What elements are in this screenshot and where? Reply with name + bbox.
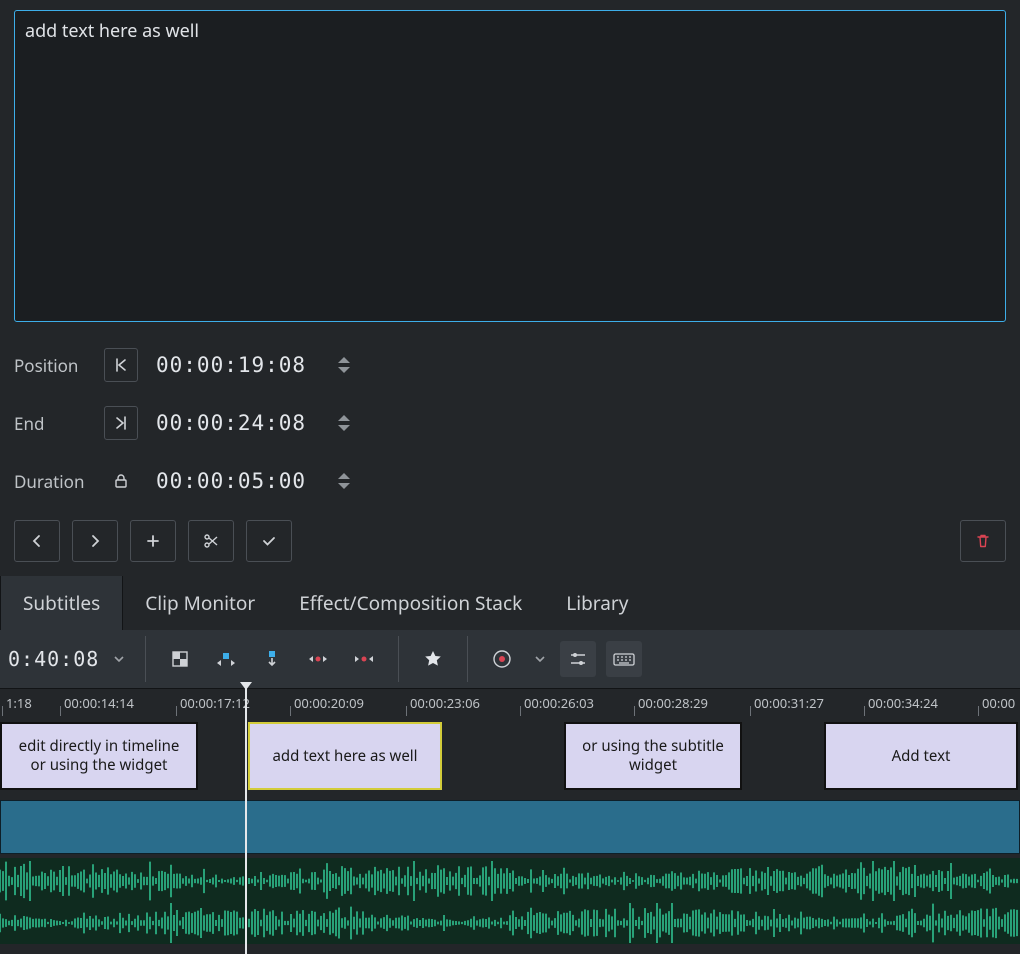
- settings-sliders-icon[interactable]: [560, 641, 596, 677]
- add-subtitle-button[interactable]: [130, 520, 176, 562]
- position-spinner[interactable]: [338, 357, 350, 373]
- subtitle-clip[interactable]: Add text: [824, 722, 1018, 790]
- timeline-ruler[interactable]: 1:18 00:00:14:14 00:00:17:12 00:00:20:09 00:…: [0, 688, 1020, 716]
- record-dropdown-icon[interactable]: [530, 653, 550, 665]
- toggle-track-icon[interactable]: [162, 641, 198, 677]
- duration-timecode[interactable]: 00:00:05:00: [156, 469, 326, 493]
- remove-tool-icon[interactable]: [346, 641, 382, 677]
- duration-label: Duration: [14, 470, 86, 493]
- split-subtitle-button[interactable]: [188, 520, 234, 562]
- timeline-toolbar: 0:40:08: [0, 630, 1020, 688]
- time-fields: Position 00:00:19:08 End 00:00:24:08 Dur…: [0, 330, 1020, 510]
- panel-tab-bar: Subtitles Clip Monitor Effect/Compositio…: [0, 576, 1020, 630]
- tab-effect-stack[interactable]: Effect/Composition Stack: [277, 576, 544, 630]
- end-spinner[interactable]: [338, 415, 350, 431]
- apply-button[interactable]: [246, 520, 292, 562]
- video-clip[interactable]: [0, 800, 1020, 854]
- end-row: End 00:00:24:08: [14, 394, 1006, 452]
- ruler-label: 00:00:28:29: [638, 694, 708, 712]
- ruler-label: 00:00:20:09: [294, 694, 364, 712]
- ruler-label: 00:00:34:24: [868, 694, 938, 712]
- spacer-tool-icon[interactable]: [208, 641, 244, 677]
- record-icon[interactable]: [484, 641, 520, 677]
- subtitle-track[interactable]: edit directly in timeline or using the w…: [0, 716, 1020, 796]
- lock-icon[interactable]: [104, 473, 138, 489]
- next-subtitle-button[interactable]: [72, 520, 118, 562]
- overwrite-tool-icon[interactable]: [300, 641, 336, 677]
- position-row: Position 00:00:19:08: [14, 336, 1006, 394]
- favorite-icon[interactable]: [415, 641, 451, 677]
- ruler-label: 00:00:23:06: [410, 694, 480, 712]
- end-timecode[interactable]: 00:00:24:08: [156, 411, 326, 435]
- subtitle-clip[interactable]: add text here as well: [248, 722, 442, 790]
- ruler-label: 00:00:31:27: [754, 694, 824, 712]
- position-timecode[interactable]: 00:00:19:08: [156, 353, 326, 377]
- go-to-start-button[interactable]: [104, 348, 138, 382]
- insert-tool-icon[interactable]: [254, 641, 290, 677]
- ruler-label: 00:00:26:03: [524, 694, 594, 712]
- subtitle-clip[interactable]: or using the subtitle widget: [564, 722, 742, 790]
- go-to-end-button[interactable]: [104, 406, 138, 440]
- timeline-area: 1:18 00:00:14:14 00:00:17:12 00:00:20:09 00:…: [0, 688, 1020, 954]
- tab-library[interactable]: Library: [544, 576, 650, 630]
- end-label: End: [14, 412, 86, 435]
- ruler-label: 00:00: [982, 694, 1015, 712]
- audio-waveform-bottom: [0, 903, 1020, 943]
- ruler-label: 1:18: [6, 694, 32, 712]
- tab-clip-monitor[interactable]: Clip Monitor: [123, 576, 277, 630]
- position-label: Position: [14, 354, 86, 377]
- timecode-dropdown-icon[interactable]: [109, 653, 129, 665]
- keyboard-icon[interactable]: [606, 641, 642, 677]
- duration-row: Duration 00:00:05:00: [14, 452, 1006, 510]
- delete-subtitle-button[interactable]: [960, 520, 1006, 562]
- duration-spinner[interactable]: [338, 473, 350, 489]
- subtitle-text-input[interactable]: [14, 10, 1006, 322]
- audio-waveform-top: [0, 861, 1020, 901]
- video-track[interactable]: [0, 796, 1020, 858]
- ruler-label: 00:00:17:12: [180, 694, 250, 712]
- previous-subtitle-button[interactable]: [14, 520, 60, 562]
- timeline-timecode[interactable]: 0:40:08: [6, 647, 99, 671]
- audio-track[interactable]: [0, 858, 1020, 944]
- subtitle-clip[interactable]: edit directly in timeline or using the w…: [0, 722, 198, 790]
- subtitle-action-bar: [0, 510, 1020, 576]
- ruler-label: 00:00:14:14: [64, 694, 134, 712]
- tab-subtitles[interactable]: Subtitles: [0, 576, 123, 630]
